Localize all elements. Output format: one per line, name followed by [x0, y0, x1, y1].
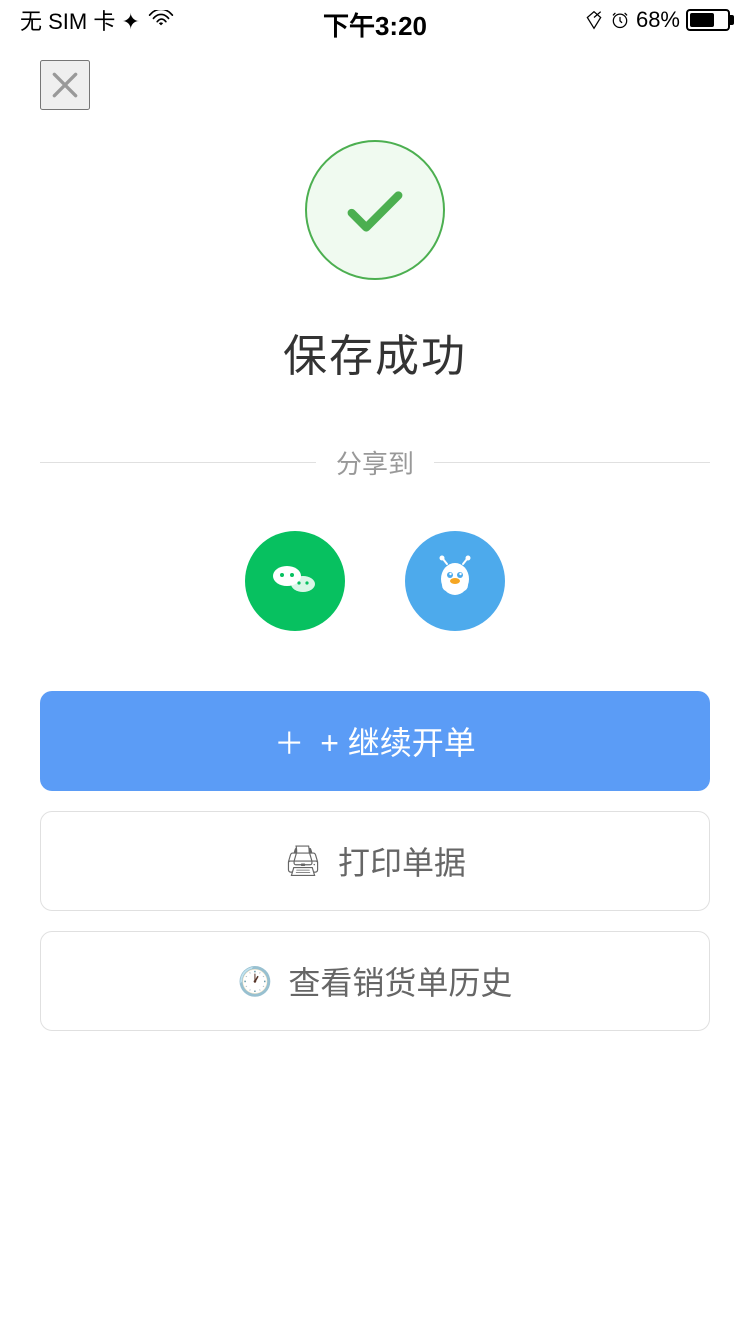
success-title: 保存成功: [283, 320, 467, 384]
continue-order-button[interactable]: ＋ + 继续开单: [40, 691, 710, 791]
wechat-share-button[interactable]: [245, 531, 345, 631]
battery-icon: [686, 9, 730, 31]
status-time: 下午3:20: [323, 6, 427, 43]
success-circle: [305, 140, 445, 280]
plus-icon: ＋: [274, 719, 304, 763]
battery-percent: 68%: [636, 7, 680, 33]
continue-order-label: + 继续开单: [320, 718, 476, 764]
divider-left: [40, 462, 316, 463]
actions: ＋ + 继续开单 🖨 打印单据 🕐 查看销货单历史: [40, 691, 710, 1031]
location-icon: [584, 10, 604, 30]
print-label: 打印单据: [338, 838, 466, 884]
history-icon: 🕐: [238, 965, 273, 998]
no-sim-text: 无 SIM 卡 ✦: [20, 4, 140, 36]
status-right: 68%: [584, 7, 730, 33]
share-divider: 分享到: [40, 444, 710, 481]
print-button[interactable]: 🖨 打印单据: [40, 811, 710, 911]
share-section: 分享到: [40, 444, 710, 631]
share-icons: [245, 531, 505, 631]
qq-share-button[interactable]: [405, 531, 505, 631]
main-content: 保存成功 分享到: [0, 40, 750, 1334]
wechat-icon: [265, 556, 325, 606]
wifi-icon: [148, 10, 174, 30]
print-icon: 🖨: [284, 844, 322, 879]
success-section: 保存成功: [283, 140, 467, 384]
divider-right: [434, 462, 710, 463]
history-label: 查看销货单历史: [288, 958, 512, 1004]
checkmark-icon: [340, 175, 410, 245]
status-bar: 无 SIM 卡 ✦ 下午3:20 68%: [0, 0, 750, 40]
close-button[interactable]: [40, 60, 90, 110]
history-button[interactable]: 🕐 查看销货单历史: [40, 931, 710, 1031]
battery-fill: [690, 13, 714, 27]
share-label: 分享到: [336, 444, 414, 481]
status-left: 无 SIM 卡 ✦: [20, 4, 174, 36]
close-icon: [49, 69, 81, 101]
qq-icon: [425, 551, 485, 611]
alarm-icon: [610, 10, 630, 30]
